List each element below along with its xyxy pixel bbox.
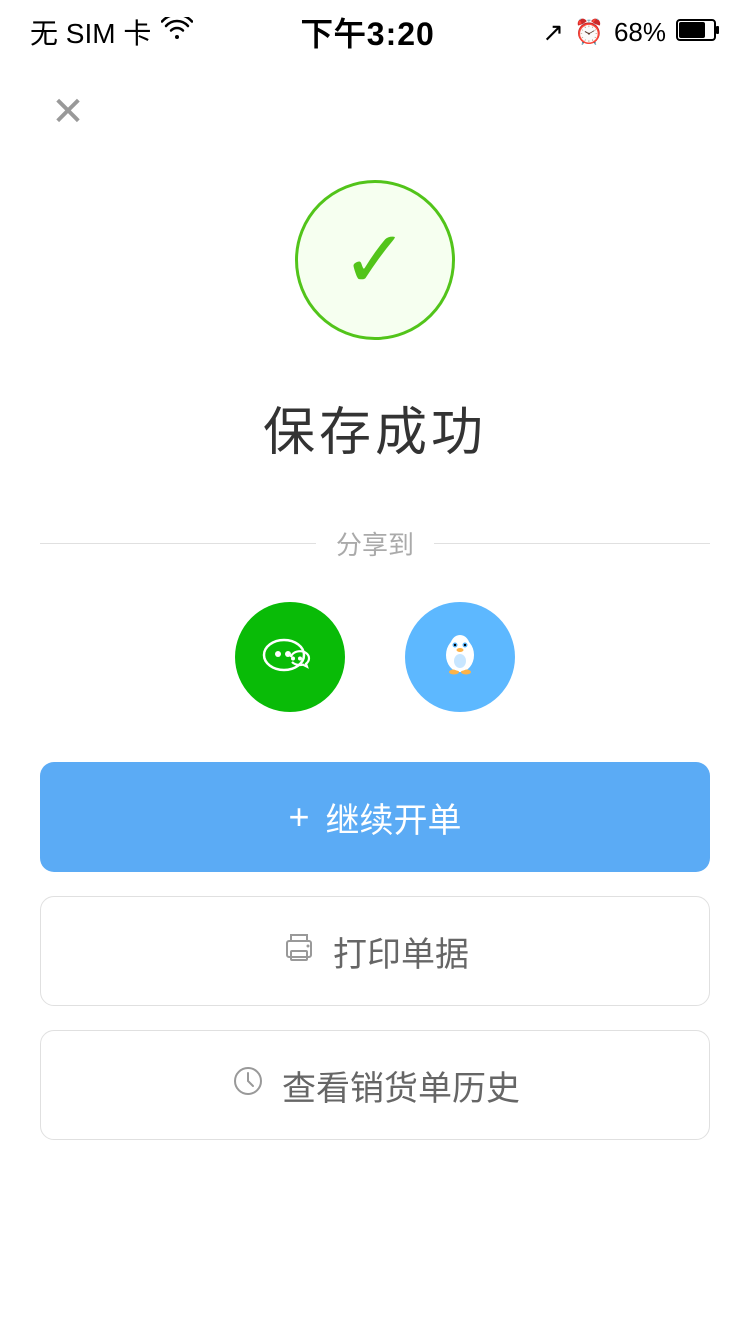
success-circle: ✓ [295, 180, 455, 340]
clock-icon [230, 1063, 266, 1108]
divider-line-right [434, 543, 710, 544]
close-icon: ✕ [51, 92, 85, 132]
history-label: 查看销货单历史 [282, 1061, 520, 1110]
action-buttons: + 继续开单 打印单据 查看销货单历史 [40, 762, 710, 1140]
continue-label: 继续开单 [326, 793, 462, 842]
print-label: 打印单据 [333, 927, 469, 976]
divider-line-left [40, 543, 316, 544]
close-button[interactable]: ✕ [40, 84, 96, 140]
continue-plus-icon: + [288, 796, 309, 838]
battery-icon [676, 17, 720, 48]
print-icon [281, 929, 317, 974]
alarm-icon: ⏰ [574, 18, 604, 47]
share-icons [40, 602, 710, 712]
status-right: ↗ ⏰ 68% [542, 17, 720, 48]
success-title: 保存成功 [263, 390, 487, 465]
wifi-icon [161, 16, 193, 48]
checkmark-icon: ✓ [341, 220, 408, 300]
main-content: ✕ ✓ 保存成功 分享到 [0, 64, 750, 1160]
battery-label: 68% [614, 17, 666, 48]
continue-button[interactable]: + 继续开单 [40, 762, 710, 872]
share-section: 分享到 [40, 525, 710, 712]
share-label: 分享到 [316, 525, 434, 562]
history-button[interactable]: 查看销货单历史 [40, 1030, 710, 1140]
share-divider: 分享到 [40, 525, 710, 562]
location-icon: ↗ [542, 17, 564, 48]
close-button-row: ✕ [40, 84, 710, 140]
status-left: 无 SIM 卡 [30, 12, 193, 52]
qq-icon [428, 625, 492, 689]
status-bar: 无 SIM 卡 下午3:20 ↗ ⏰ 68% [0, 0, 750, 64]
wechat-share-button[interactable] [235, 602, 345, 712]
qq-share-button[interactable] [405, 602, 515, 712]
wechat-icon [258, 625, 322, 689]
no-sim-label: 无 SIM 卡 [30, 12, 151, 52]
status-time: 下午3:20 [301, 9, 435, 55]
print-button[interactable]: 打印单据 [40, 896, 710, 1006]
